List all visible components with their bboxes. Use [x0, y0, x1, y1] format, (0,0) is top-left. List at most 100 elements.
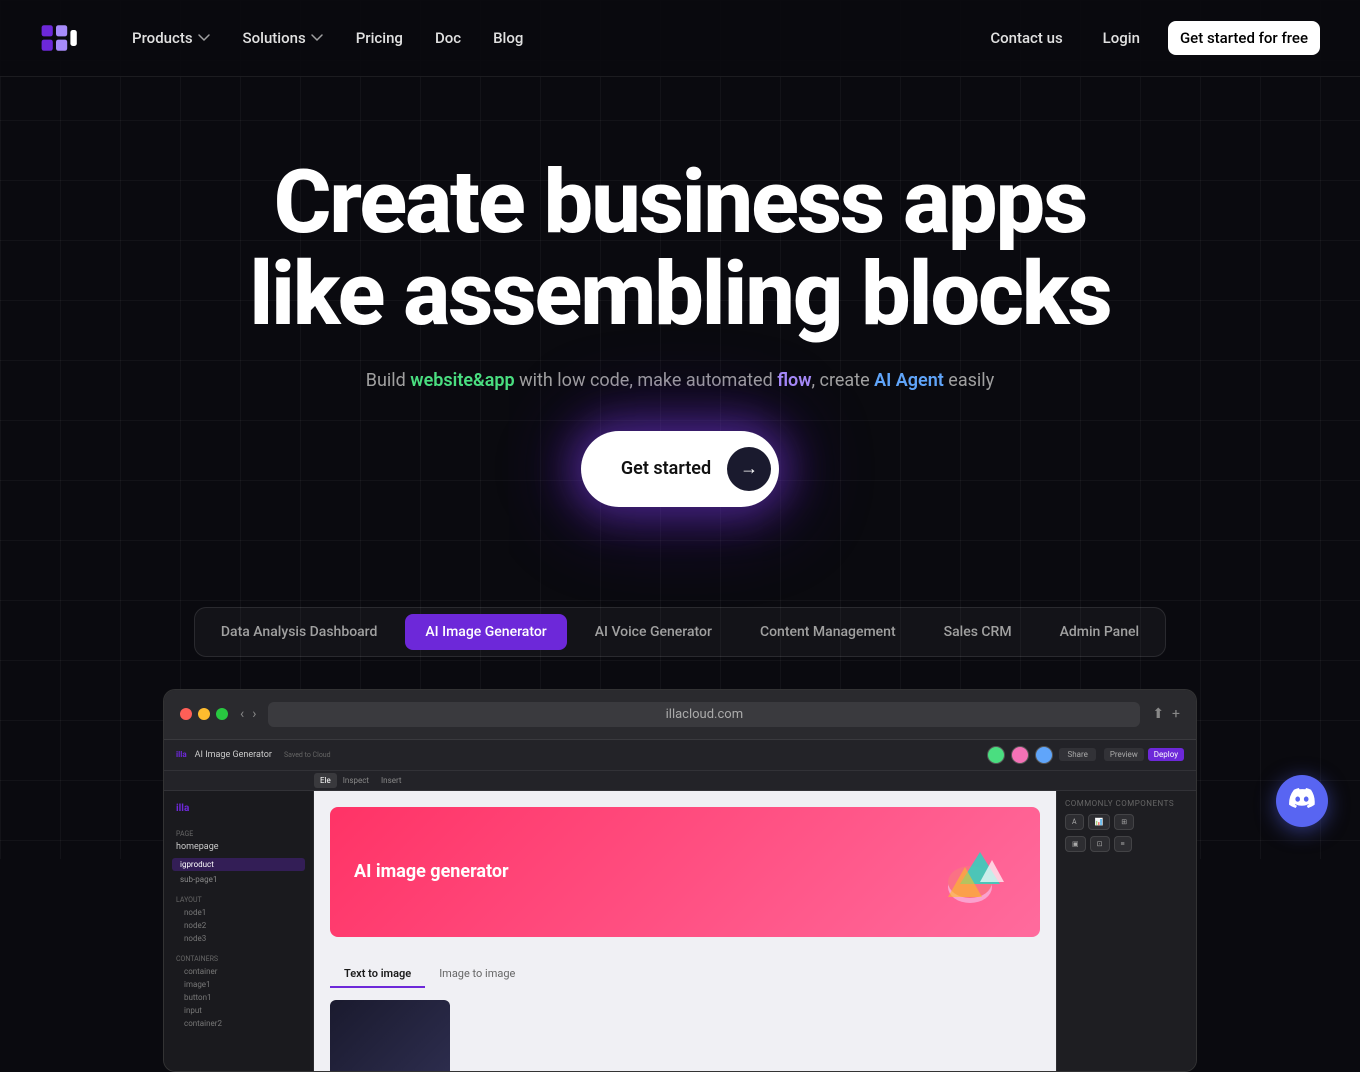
canvas-tab-text-to-image[interactable]: Text to image: [330, 961, 425, 988]
preview-sidebar: illa PAGE homepage igproduct sub-page1 L…: [164, 791, 314, 1071]
get-started-nav-button[interactable]: Get started for free: [1168, 21, 1320, 55]
nav-blog[interactable]: Blog: [481, 21, 535, 55]
browser-action-buttons: ⬆ +: [1152, 706, 1180, 722]
deploy-button[interactable]: Deploy: [1148, 748, 1184, 761]
nav-solutions[interactable]: Solutions: [231, 21, 336, 55]
component-chip-6[interactable]: ≡: [1114, 836, 1132, 852]
tab-ai-image[interactable]: AI Image Generator: [405, 614, 566, 650]
commonly-components-label: Commonly Components: [1065, 799, 1188, 808]
cta-wrapper: Get started →: [40, 431, 1320, 507]
nav-pricing[interactable]: Pricing: [344, 21, 415, 55]
back-icon[interactable]: ‹: [240, 706, 244, 722]
sidebar-page-igproduct[interactable]: igproduct: [172, 858, 305, 871]
component-chip-3[interactable]: ⊞: [1114, 814, 1134, 830]
login-link[interactable]: Login: [1091, 21, 1152, 55]
dot-close: [180, 708, 192, 720]
tab-content-mgmt[interactable]: Content Management: [740, 614, 916, 650]
canvas-image-dark-bg: [330, 1000, 450, 1071]
preview-window: ‹ › illacloud.com ⬆ + illa AI Image Gene…: [163, 689, 1197, 1072]
dot-maximize: [216, 708, 228, 720]
new-tab-icon[interactable]: +: [1172, 706, 1180, 722]
component-chips-row-2: ▣ ⊡ ≡: [1065, 836, 1188, 852]
sidebar-node3[interactable]: node3: [172, 932, 305, 945]
hero-subtitle: Build website&app with low code, make au…: [40, 370, 1320, 391]
tab-ai-voice[interactable]: AI Voice Generator: [575, 614, 732, 650]
tab-data-analysis[interactable]: Data Analysis Dashboard: [201, 614, 398, 650]
tab-admin-panel[interactable]: Admin Panel: [1040, 614, 1159, 650]
share-button[interactable]: Share: [1059, 748, 1095, 761]
avatar-2: [1011, 746, 1029, 764]
nav-right: Contact us Login Get started for free: [978, 21, 1320, 55]
nav-doc[interactable]: Doc: [423, 21, 473, 55]
discord-fab[interactable]: [1276, 775, 1328, 827]
app-bar-actions: Preview Deploy: [1104, 748, 1184, 761]
preview-canvas: AI image generator: [314, 791, 1056, 1071]
component-chip-2[interactable]: 📊: [1088, 814, 1111, 830]
sidebar-button1[interactable]: button1: [172, 991, 305, 1004]
component-chip-4[interactable]: ▣: [1065, 836, 1086, 852]
contact-us-link[interactable]: Contact us: [978, 21, 1074, 55]
nav-links: Products Solutions Pricing Doc: [120, 21, 535, 55]
panel-tab-insert[interactable]: Insert: [375, 773, 408, 788]
component-chip-5[interactable]: ⊡: [1090, 836, 1110, 852]
sidebar-image1[interactable]: image1: [172, 978, 305, 991]
logo-icon: [40, 22, 88, 54]
banner-text: AI image generator: [354, 861, 509, 882]
hero-headline: Create business apps like assembling blo…: [130, 157, 1230, 342]
preview-inner: illa PAGE homepage igproduct sub-page1 L…: [164, 791, 1196, 1071]
panel-tab-ele[interactable]: Ele: [314, 773, 337, 788]
arrow-icon: →: [727, 447, 771, 491]
tabs-row: Data Analysis Dashboard AI Image Generat…: [194, 607, 1166, 657]
forward-icon[interactable]: ›: [252, 706, 256, 722]
browser-chrome: ‹ › illacloud.com ⬆ +: [164, 690, 1196, 740]
sidebar-page-homepage[interactable]: homepage: [172, 840, 305, 854]
logo-link[interactable]: [40, 22, 88, 54]
canvas-banner: AI image generator: [330, 807, 1040, 937]
tabs-section: Data Analysis Dashboard AI Image Generat…: [0, 607, 1360, 657]
avatar-1: [987, 746, 1005, 764]
avatar-3: [1035, 746, 1053, 764]
chevron-down-icon: [197, 31, 211, 45]
pages-label: PAGE: [172, 826, 305, 840]
navbar: Products Solutions Pricing Doc: [0, 0, 1360, 77]
chevron-down-icon-solutions: [310, 31, 324, 45]
sidebar-node2[interactable]: node2: [172, 919, 305, 932]
preview-button[interactable]: Preview: [1104, 748, 1144, 761]
containers-label: containers: [172, 951, 305, 965]
nav-products[interactable]: Products: [120, 21, 223, 55]
browser-nav-buttons: ‹ ›: [240, 706, 256, 722]
collaborator-avatars: Share: [987, 746, 1095, 764]
canvas-content-row: [314, 988, 1056, 1071]
saved-status: Saved to Cloud: [284, 751, 331, 759]
panel-tabs-row: Ele Inspect Insert: [164, 771, 1196, 791]
layout-label: LAYOUT: [172, 892, 305, 906]
sidebar-container[interactable]: container: [172, 965, 305, 978]
3d-object: [940, 832, 1020, 912]
get-started-hero-button[interactable]: Get started →: [581, 431, 779, 507]
app-title: AI Image Generator: [195, 750, 272, 760]
discord-icon: [1289, 788, 1315, 814]
hero-section: Create business apps like assembling blo…: [0, 77, 1360, 607]
canvas-tab-image-to-image[interactable]: Image to image: [425, 961, 529, 988]
sidebar-node1[interactable]: node1: [172, 906, 305, 919]
sidebar-container2[interactable]: container2: [172, 1017, 305, 1030]
share-browser-icon[interactable]: ⬆: [1152, 706, 1164, 722]
address-bar[interactable]: illacloud.com: [268, 702, 1140, 727]
preview-section: ‹ › illacloud.com ⬆ + illa AI Image Gene…: [0, 689, 1360, 1072]
dot-minimize: [198, 708, 210, 720]
window-dots: [180, 708, 228, 720]
component-chip-1[interactable]: A: [1065, 814, 1084, 830]
app-bar: illa AI Image Generator Saved to Cloud S…: [164, 740, 1196, 771]
sidebar-page-subpage[interactable]: sub-page1: [172, 873, 305, 886]
nav-left: Products Solutions Pricing Doc: [40, 21, 535, 55]
app-logo: illa: [176, 750, 187, 759]
sidebar-input[interactable]: input: [172, 1004, 305, 1017]
component-chips-row: A 📊 ⊞: [1065, 814, 1188, 830]
canvas-image-placeholder: [330, 1000, 450, 1071]
tab-sales-crm[interactable]: Sales CRM: [924, 614, 1032, 650]
panel-tab-inspect[interactable]: Inspect: [337, 773, 375, 788]
sidebar-logo: illa: [172, 799, 305, 818]
canvas-tabs: Text to image Image to image: [314, 953, 1056, 988]
preview-main: AI image generator: [314, 791, 1056, 1071]
right-panel: Commonly Components A 📊 ⊞ ▣ ⊡ ≡: [1056, 791, 1196, 1071]
